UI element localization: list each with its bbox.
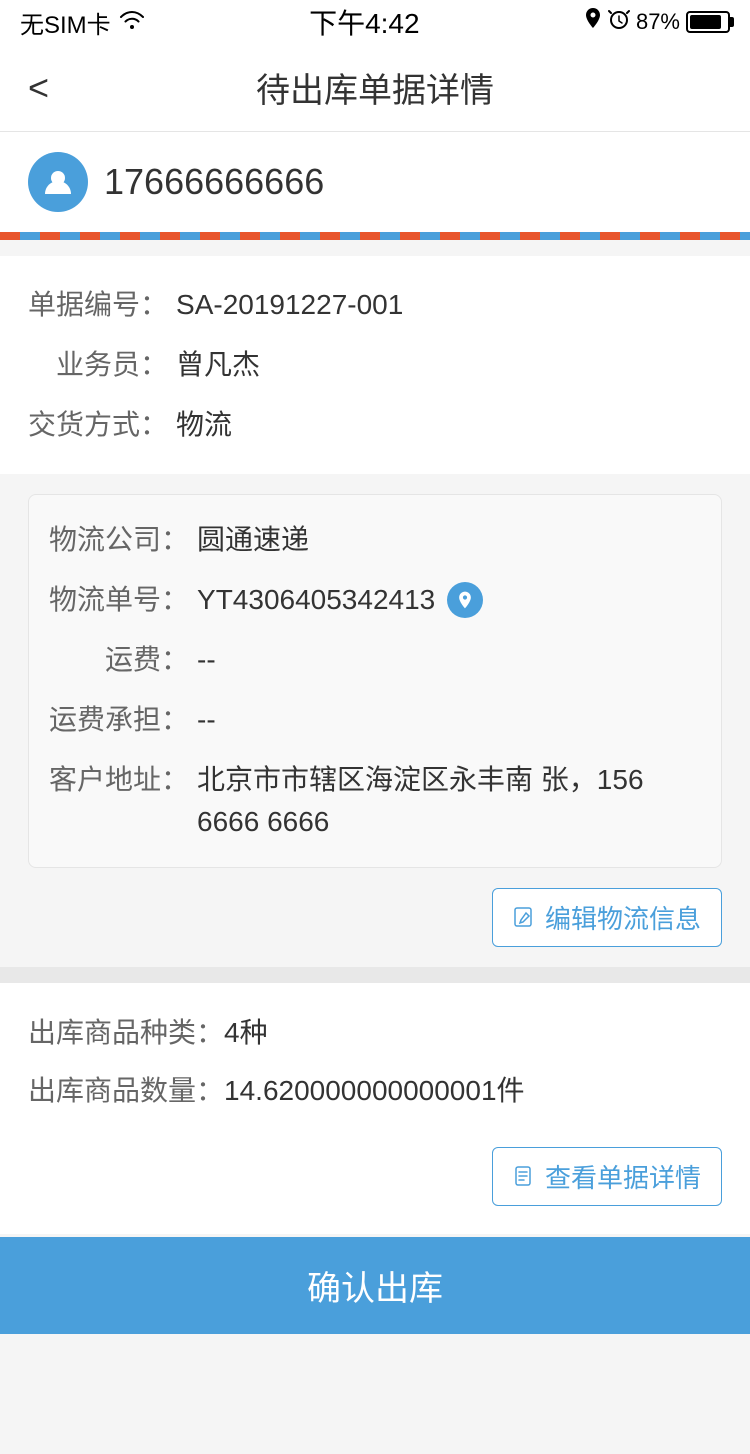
nav-bar: < 待出库单据详情	[0, 44, 750, 132]
order-number-row: 单据编号： SA-20191227-001	[28, 284, 722, 326]
status-bar: 无SIM卡 下午4:42 87%	[0, 0, 750, 44]
order-number-value: SA-20191227-001	[168, 284, 722, 326]
freight-bearer-label: 运费承担：	[49, 699, 189, 741]
battery-icon	[686, 11, 730, 33]
avatar	[28, 152, 88, 212]
view-detail-row: 查看单据详情	[0, 1147, 750, 1234]
goods-type-value: 4种	[224, 1011, 722, 1051]
alarm-status-icon	[608, 8, 630, 36]
goods-section: 出库商品种类： 4种 出库商品数量： 14.620000000000001件	[0, 983, 750, 1147]
logistics-tracking-label: 物流单号：	[49, 579, 189, 621]
freight-value: --	[189, 639, 701, 681]
delivery-label: 交货方式：	[28, 404, 168, 446]
goods-quantity-label: 出库商品数量：	[28, 1069, 224, 1109]
page-title: 待出库单据详情	[256, 63, 494, 112]
goods-quantity-row: 出库商品数量： 14.620000000000001件	[28, 1069, 722, 1109]
logistics-tracking-value: YT43064053424​13	[189, 579, 701, 621]
location-status-icon	[584, 8, 602, 36]
agent-row: 业务员： 曾凡杰	[28, 344, 722, 386]
status-right: 87%	[584, 8, 730, 36]
wifi-icon	[119, 8, 145, 36]
edit-btn-row: 编辑物流信息	[0, 888, 750, 967]
agent-value: 曾凡杰	[168, 344, 722, 386]
freight-label: 运费：	[49, 639, 189, 681]
carrier-text: 无SIM卡	[20, 5, 111, 40]
edit-logistics-label: 编辑物流信息	[545, 899, 701, 936]
logistics-company-value: 圆通速递	[189, 519, 701, 561]
view-detail-label: 查看单据详情	[545, 1158, 701, 1195]
section-separator	[0, 967, 750, 983]
delivery-row: 交货方式： 物流	[28, 404, 722, 446]
agent-label: 业务员：	[28, 344, 168, 386]
goods-type-row: 出库商品种类： 4种	[28, 1011, 722, 1051]
confirm-btn-wrap: 确认出库	[0, 1237, 750, 1334]
user-phone: 17666666666	[104, 161, 324, 203]
logistics-tracking-row: 物流单号： YT43064053424​13	[49, 579, 701, 621]
order-number-label: 单据编号：	[28, 284, 168, 326]
edit-icon	[513, 906, 537, 930]
status-left: 无SIM卡	[20, 5, 145, 40]
goods-quantity-value: 14.620000000000001件	[224, 1069, 722, 1109]
battery-percentage: 87%	[636, 9, 680, 35]
logistics-company-row: 物流公司： 圆通速递	[49, 519, 701, 561]
goods-type-label: 出库商品种类：	[28, 1011, 224, 1051]
freight-bearer-row: 运费承担： --	[49, 699, 701, 741]
back-button[interactable]: <	[28, 67, 49, 109]
address-value: 北京市市辖区海淀区永丰南 张，156 6666 6666	[189, 759, 701, 843]
freight-row: 运费： --	[49, 639, 701, 681]
confirm-outbound-button[interactable]: 确认出库	[307, 1261, 443, 1310]
status-time: 下午4:42	[309, 2, 420, 42]
view-detail-button[interactable]: 查看单据详情	[492, 1147, 722, 1206]
address-row: 客户地址： 北京市市辖区海淀区永丰南 张，156 6666 6666	[49, 759, 701, 843]
dashed-divider	[0, 232, 750, 240]
logistics-card: 物流公司： 圆通速递 物流单号： YT43064053424​13 运费： --…	[28, 494, 722, 868]
freight-bearer-value: --	[189, 699, 701, 741]
user-row: 17666666666	[0, 132, 750, 232]
document-icon	[513, 1165, 537, 1189]
tracking-number: YT43064053424​13	[197, 579, 435, 621]
address-label: 客户地址：	[49, 759, 189, 801]
tracking-location-icon[interactable]	[447, 582, 483, 618]
edit-logistics-button[interactable]: 编辑物流信息	[492, 888, 722, 947]
logistics-company-label: 物流公司：	[49, 519, 189, 561]
order-info-section: 单据编号： SA-20191227-001 业务员： 曾凡杰 交货方式： 物流	[0, 256, 750, 474]
delivery-value: 物流	[168, 404, 722, 446]
